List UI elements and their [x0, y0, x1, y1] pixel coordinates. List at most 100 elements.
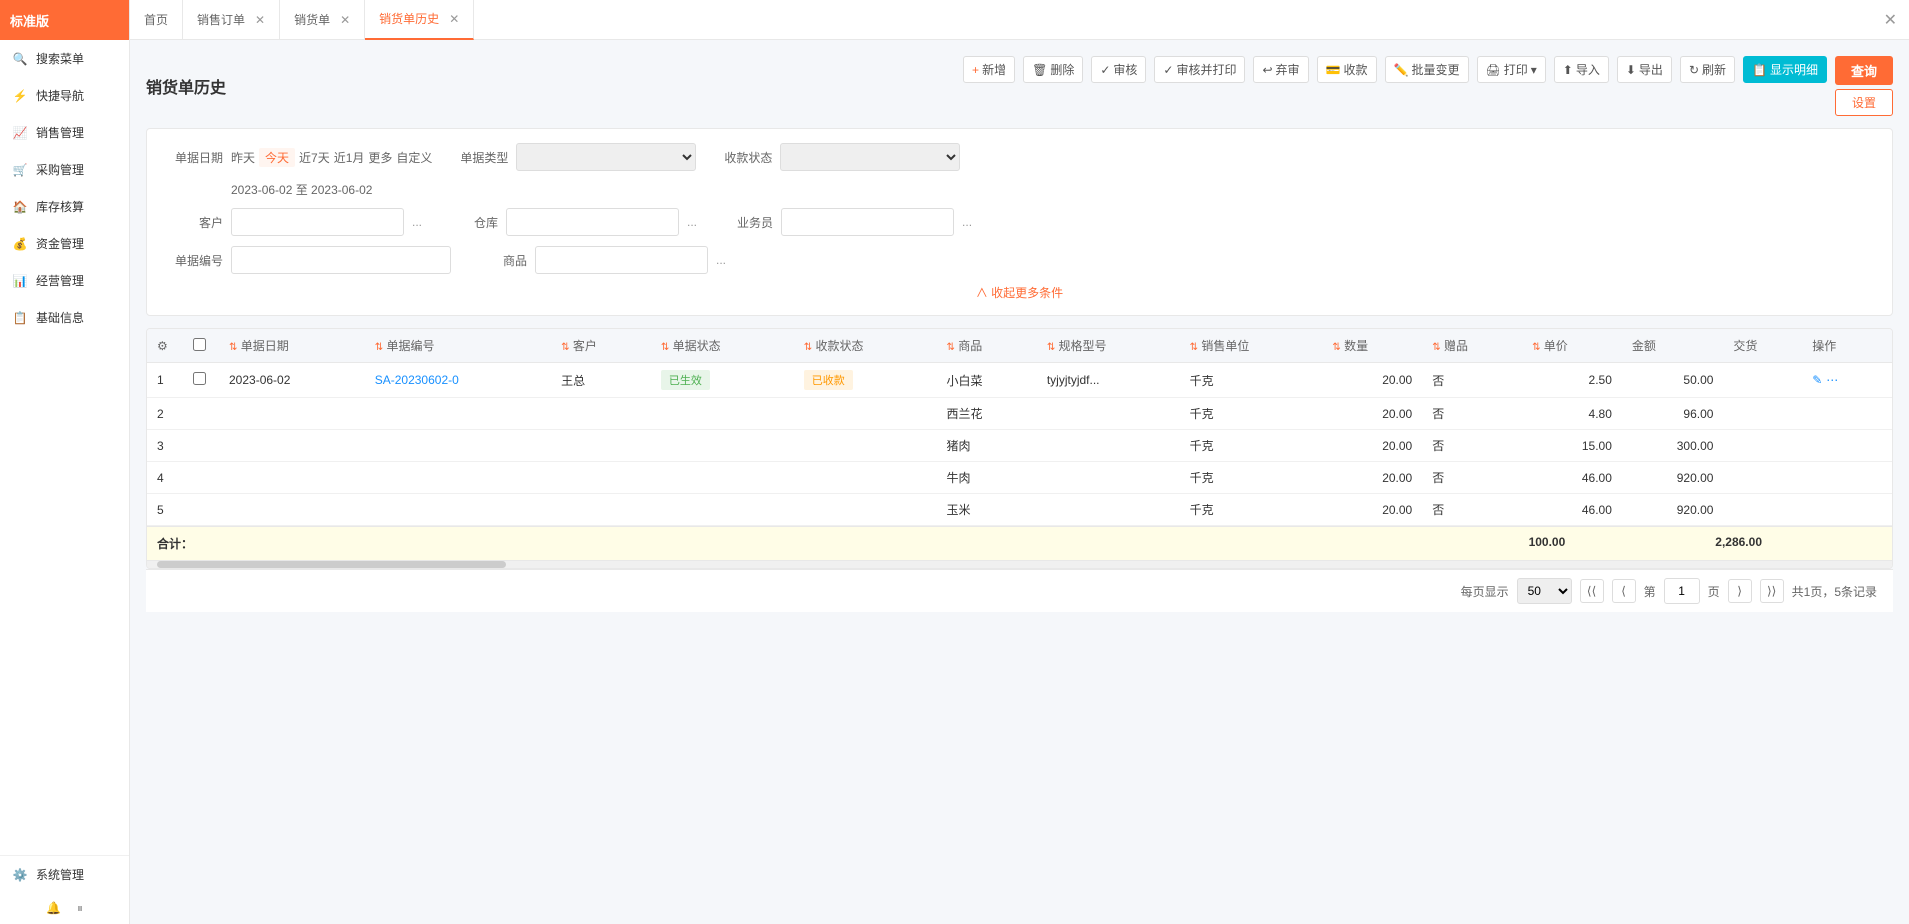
more-action[interactable]: ⋯	[1826, 373, 1838, 387]
spec-col-header[interactable]: ⇅ 规格型号	[1037, 329, 1180, 363]
date-filter-group: 单据日期 昨天 今天 近7天 近1月 更多 自定义	[163, 148, 432, 167]
sidebar-item-sales-mgmt[interactable]: 📈 销售管理	[0, 114, 129, 151]
sidebar-item-purchase-mgmt[interactable]: 🛒 采购管理	[0, 151, 129, 188]
doc-date-col-header[interactable]: ⇅ 单据日期	[219, 329, 365, 363]
action-cell	[1802, 494, 1892, 526]
warehouse-input[interactable]	[506, 208, 679, 236]
tab-sales-history[interactable]: 销货单历史 ✕	[365, 0, 474, 40]
customer-cell	[551, 398, 651, 430]
batch-change-button[interactable]: ✏️ 批量变更	[1385, 56, 1469, 83]
sidebar-item-sys-mgmt[interactable]: ⚙️ 系统管理	[0, 856, 129, 893]
date-yesterday[interactable]: 昨天	[231, 149, 255, 166]
scrollbar-thumb[interactable]	[157, 561, 506, 568]
date-today[interactable]: 今天	[259, 148, 295, 167]
sort-icon: ⇅	[375, 342, 383, 353]
sidebar-item-finance[interactable]: 💰 资金管理	[0, 225, 129, 262]
doc-status-col-header[interactable]: ⇅ 单据状态	[651, 329, 794, 363]
unit-cell: 千克	[1180, 363, 1323, 398]
refresh-button[interactable]: ↻ 刷新	[1680, 56, 1735, 83]
show-detail-button[interactable]: 📋 显示明细	[1743, 56, 1827, 83]
next-page-button[interactable]: ⟩	[1728, 579, 1752, 603]
pay-status-col-header[interactable]: ⇅ 收款状态	[794, 329, 937, 363]
page-number-input[interactable]: 1	[1664, 578, 1700, 604]
row-num-cell: 3	[147, 430, 183, 462]
sidebar-item-operations[interactable]: 📊 经营管理	[0, 262, 129, 299]
doc-no-cell	[365, 398, 551, 430]
qty-cell: 20.00	[1322, 494, 1422, 526]
horizontal-scrollbar[interactable]	[147, 560, 1892, 568]
sort-icon: ⇅	[229, 342, 237, 353]
goods-cell: 猪肉	[937, 430, 1037, 462]
operations-icon: 📊	[12, 273, 28, 289]
select-all-checkbox[interactable]	[193, 338, 206, 351]
collapse-link[interactable]: ∧ 收起更多条件	[163, 284, 1876, 301]
sidebar-item-basic-info[interactable]: 📋 基础信息	[0, 299, 129, 336]
last-page-button[interactable]: ⟩⟩	[1760, 579, 1784, 603]
unit-cell: 千克	[1180, 462, 1323, 494]
edit-action[interactable]: ✎	[1812, 373, 1822, 387]
close-window-btn[interactable]: ✕	[1872, 10, 1909, 30]
payment-status-select[interactable]	[780, 143, 960, 171]
doc-type-select[interactable]	[516, 143, 696, 171]
sidebar-item-search-menu[interactable]: 🔍 搜索菜单	[0, 40, 129, 77]
close-sales-history-tab[interactable]: ✕	[449, 12, 459, 26]
row-checkbox[interactable]	[193, 372, 206, 385]
unit-col-header[interactable]: ⇅ 销售单位	[1180, 329, 1323, 363]
new-button[interactable]: + 新增	[963, 56, 1015, 83]
date-7days[interactable]: 近7天	[299, 149, 330, 166]
table-settings-icon[interactable]: ⚙	[157, 339, 168, 353]
customer-cell	[551, 462, 651, 494]
salesperson-input[interactable]	[781, 208, 954, 236]
audit-button[interactable]: ✓ 审核	[1091, 56, 1146, 83]
prev-page-button[interactable]: ⟨	[1612, 579, 1636, 603]
tab-bar: 首页 销售订单 ✕ 销货单 ✕ 销货单历史 ✕ ✕	[130, 0, 1909, 40]
qty-col-header[interactable]: ⇅ 数量	[1322, 329, 1422, 363]
tab-sales-goods[interactable]: 销货单 ✕	[280, 0, 365, 40]
sort-icon: ⇅	[1190, 342, 1198, 353]
sort-icon: ⇅	[947, 342, 955, 353]
gift-col-header[interactable]: ⇅ 赠品	[1422, 329, 1522, 363]
sidebar-item-inventory[interactable]: 🏠 库存核算	[0, 188, 129, 225]
warehouse-dots[interactable]: ...	[687, 215, 697, 229]
customer-input[interactable]	[231, 208, 404, 236]
warehouse-label: 仓库	[438, 214, 498, 231]
goods-col-header[interactable]: ⇅ 商品	[937, 329, 1037, 363]
unit-price-col-header[interactable]: ⇅ 单价	[1522, 329, 1622, 363]
goods-dots[interactable]: ...	[716, 253, 726, 267]
settings-button[interactable]: 设置	[1835, 89, 1893, 116]
close-sales-goods-tab[interactable]: ✕	[340, 13, 350, 27]
settings-col-header[interactable]: ⚙	[147, 329, 183, 363]
print-button[interactable]: 🖨 打印 ▾	[1477, 56, 1546, 83]
doc-no-cell	[365, 494, 551, 526]
sidebar-bottom-btn2[interactable]: ⏸	[77, 901, 83, 916]
table-row: 2 西兰花 千克 20.00 否 4.80 96.00	[147, 398, 1892, 430]
abandon-button[interactable]: ↩ 弃审	[1253, 56, 1308, 83]
goods-input[interactable]	[535, 246, 708, 274]
first-page-button[interactable]: ⟨⟨	[1580, 579, 1604, 603]
date-range: 2023-06-02 至 2023-06-02	[231, 183, 372, 197]
tab-home[interactable]: 首页	[130, 0, 183, 40]
delete-button[interactable]: 🗑 删除	[1023, 56, 1083, 83]
customer-dots[interactable]: ...	[412, 215, 422, 229]
collect-button[interactable]: 💳 收款	[1317, 56, 1377, 83]
salesperson-dots[interactable]: ...	[962, 215, 972, 229]
doc-no-link[interactable]: SA-20230602-0	[375, 373, 459, 387]
audit-print-button[interactable]: ✓ 审核并打印	[1154, 56, 1245, 83]
query-button[interactable]: 查询	[1835, 56, 1893, 85]
date-custom[interactable]: 自定义	[396, 149, 432, 166]
doc-no-input[interactable]	[231, 246, 451, 274]
close-sales-order-tab[interactable]: ✕	[255, 13, 265, 27]
date-more[interactable]: 更多	[368, 149, 392, 166]
date-1month[interactable]: 近1月	[334, 149, 365, 166]
import-button[interactable]: ⬆ 导入	[1554, 56, 1609, 83]
export-button[interactable]: ⬇ 导出	[1617, 56, 1672, 83]
per-page-select[interactable]: 50 100 200	[1517, 578, 1572, 604]
sidebar-bottom-btn1[interactable]: 🔔	[46, 901, 61, 916]
quick-nav-icon: ⚡	[12, 88, 28, 104]
transaction-cell	[1723, 494, 1802, 526]
sidebar-item-quick-nav[interactable]: ⚡ 快捷导航	[0, 77, 129, 114]
doc-no-col-header[interactable]: ⇅ 单据编号	[365, 329, 551, 363]
customer-col-header[interactable]: ⇅ 客户	[551, 329, 651, 363]
salesperson-filter-group: 业务员 ...	[713, 208, 972, 236]
tab-sales-order[interactable]: 销售订单 ✕	[183, 0, 280, 40]
